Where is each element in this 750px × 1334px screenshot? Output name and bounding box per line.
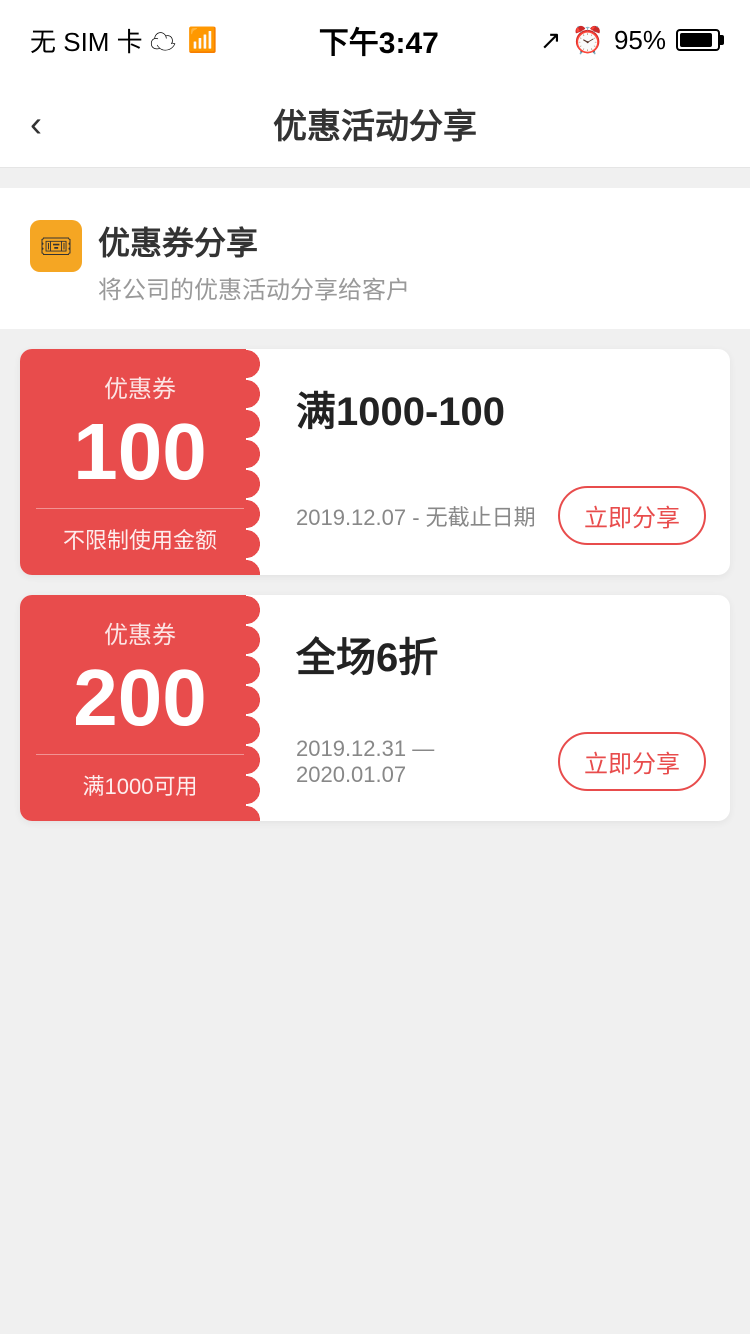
battery-percent: 95% bbox=[614, 25, 666, 56]
section-header: 🎟 优惠券分享 将公司的优惠活动分享给客户 bbox=[0, 188, 750, 329]
section-text: 优惠券分享 将公司的优惠活动分享给客户 bbox=[98, 218, 410, 305]
coupon-amount-2: 200 bbox=[73, 658, 206, 738]
coupon-left-2: 优惠券 200 满1000可用 bbox=[20, 595, 260, 821]
coupon-condition-2: 满1000可用 bbox=[83, 769, 198, 801]
coupon-condition-1: 不限制使用金额 bbox=[63, 523, 217, 555]
coupon-label-2: 优惠券 bbox=[104, 615, 176, 650]
coupon-section-icon: 🎟 bbox=[30, 220, 82, 272]
back-button[interactable]: ‹ bbox=[30, 103, 42, 145]
share-button-1[interactable]: 立即分享 bbox=[558, 486, 706, 545]
location-icon: ↗ bbox=[540, 25, 562, 56]
empty-area bbox=[0, 821, 750, 1321]
coupon-divider-2 bbox=[36, 754, 244, 755]
wifi-icon: 📶 bbox=[188, 26, 218, 55]
status-left: 无 SIM 卡 ☁ 📶 bbox=[30, 22, 218, 59]
status-time: 下午3:47 bbox=[319, 18, 439, 62]
coupon-label-1: 优惠券 bbox=[104, 369, 176, 404]
page-title: 优惠活动分享 bbox=[273, 99, 477, 148]
coupon-right-2: 全场6折 2019.12.31 — 2020.01.07 立即分享 bbox=[260, 595, 730, 821]
coupon-bottom-2: 2019.12.31 — 2020.01.07 立即分享 bbox=[296, 732, 706, 791]
coupon-name-1: 满1000-100 bbox=[296, 379, 706, 437]
coupon-left-1: 优惠券 100 不限制使用金额 bbox=[20, 349, 260, 575]
section-subtitle: 将公司的优惠活动分享给客户 bbox=[98, 270, 410, 305]
status-right: ↗ ⏰ 95% bbox=[540, 25, 720, 56]
share-button-2[interactable]: 立即分享 bbox=[558, 732, 706, 791]
coupon-name-2: 全场6折 bbox=[296, 625, 706, 683]
status-bar: 无 SIM 卡 ☁ 📶 下午3:47 ↗ ⏰ 95% bbox=[0, 0, 750, 80]
battery-fill bbox=[680, 33, 712, 47]
coupon-right-1: 满1000-100 2019.12.07 - 无截止日期 立即分享 bbox=[260, 349, 730, 575]
alarm-icon: ⏰ bbox=[572, 25, 604, 56]
battery-icon bbox=[676, 29, 720, 51]
coupon-date-2: 2019.12.31 — 2020.01.07 bbox=[296, 736, 546, 788]
coupon-divider-1 bbox=[36, 508, 244, 509]
coupon-card-1: 优惠券 100 不限制使用金额 满1000-100 2019.12.07 - 无… bbox=[20, 349, 730, 575]
coupon-date-1: 2019.12.07 - 无截止日期 bbox=[296, 500, 546, 532]
no-sim-label: 无 SIM 卡 ☁ bbox=[30, 22, 176, 59]
coupon-card-2: 优惠券 200 满1000可用 全场6折 2019.12.31 — 2020.0… bbox=[20, 595, 730, 821]
coupon-list: 优惠券 100 不限制使用金额 满1000-100 2019.12.07 - 无… bbox=[0, 329, 750, 821]
section-title: 优惠券分享 bbox=[98, 218, 410, 264]
coupon-amount-1: 100 bbox=[73, 412, 206, 492]
nav-bar: ‹ 优惠活动分享 bbox=[0, 80, 750, 168]
coupon-bottom-1: 2019.12.07 - 无截止日期 立即分享 bbox=[296, 486, 706, 545]
